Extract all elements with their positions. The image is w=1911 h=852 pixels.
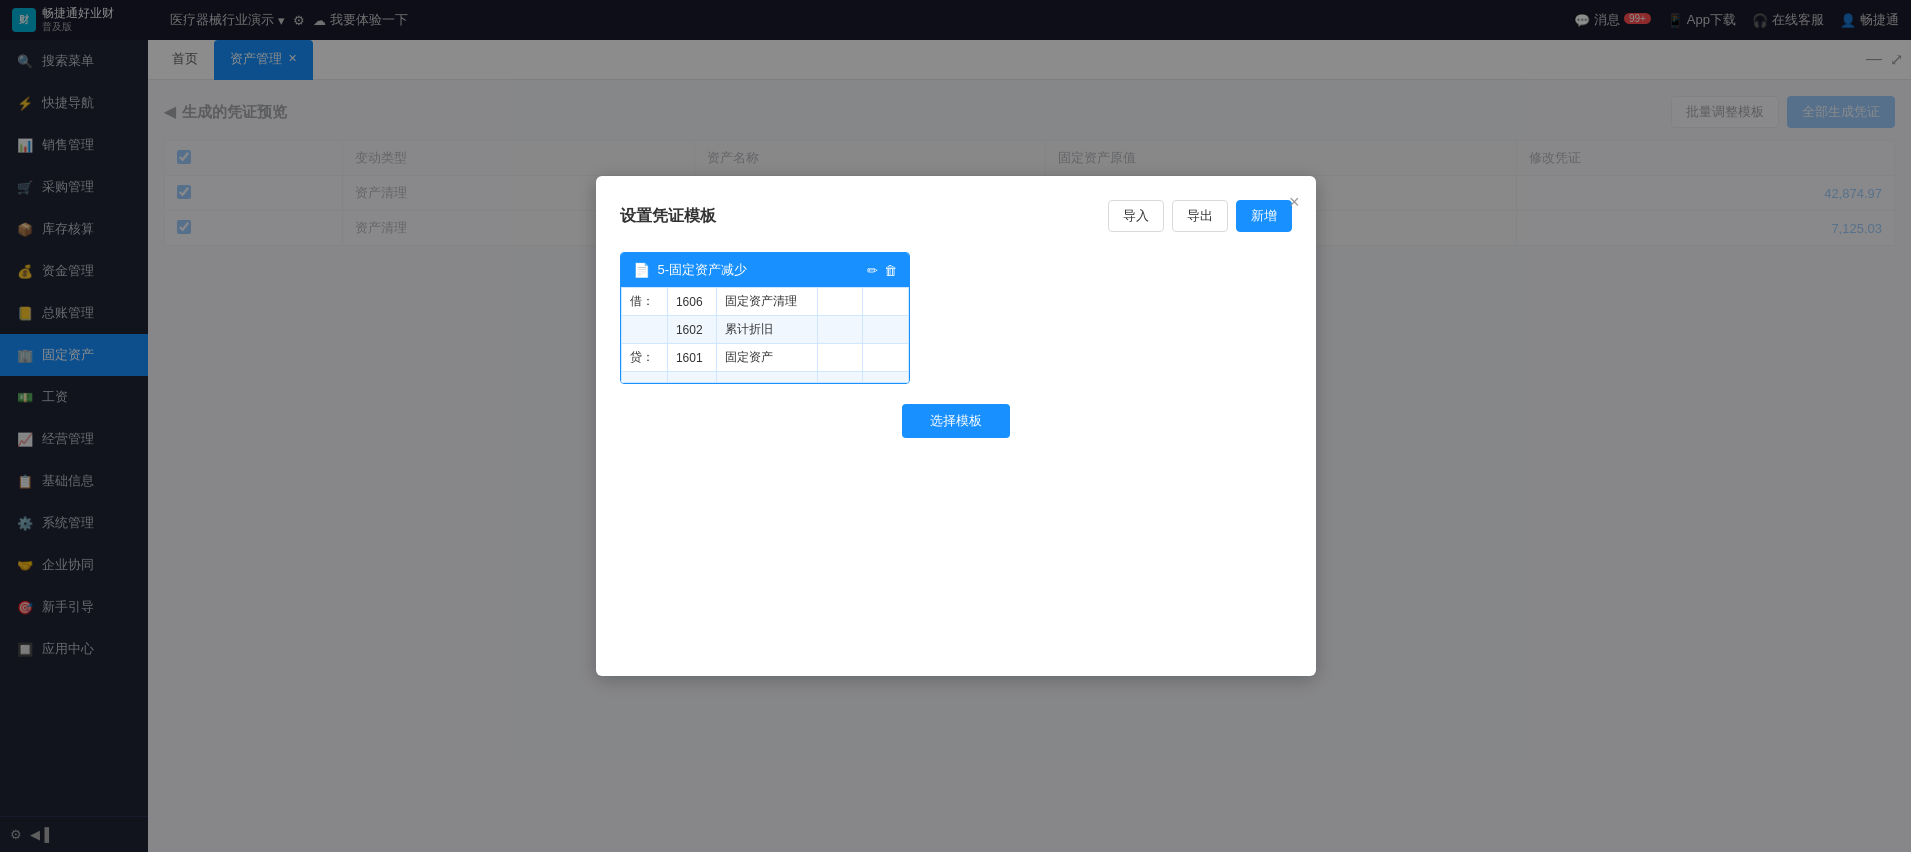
entry-debit-3 — [817, 344, 862, 372]
export-button[interactable]: 导出 — [1172, 200, 1228, 232]
template-row-4 — [621, 372, 908, 383]
modal-title: 设置凭证模板 — [620, 206, 1108, 227]
entry-credit-1 — [863, 288, 908, 316]
entry-type-1: 借： — [621, 288, 667, 316]
entry-debit-2 — [817, 316, 862, 344]
template-card-actions: ✏ 🗑 — [867, 263, 897, 278]
entry-code-4 — [667, 372, 716, 383]
entry-type-4 — [621, 372, 667, 383]
entry-type-2 — [621, 316, 667, 344]
modal-close-button[interactable]: × — [1289, 192, 1300, 213]
entry-code-3: 1601 — [667, 344, 716, 372]
entry-debit-1 — [817, 288, 862, 316]
template-doc-icon: 📄 — [633, 262, 650, 278]
import-button[interactable]: 导入 — [1108, 200, 1164, 232]
entry-credit-2 — [863, 316, 908, 344]
entry-credit-3 — [863, 344, 908, 372]
entry-subject-4 — [717, 372, 818, 383]
entry-credit-4 — [863, 372, 908, 383]
modal-toolbar: 导入 导出 新增 — [1108, 200, 1292, 232]
template-row-3: 贷： 1601 固定资产 — [621, 344, 908, 372]
new-template-button[interactable]: 新增 — [1236, 200, 1292, 232]
template-delete-icon[interactable]: 🗑 — [884, 263, 897, 278]
template-row-1: 借： 1606 固定资产清理 — [621, 288, 908, 316]
template-row-2: 1602 累计折旧 — [621, 316, 908, 344]
entry-subject-1: 固定资产清理 — [717, 288, 818, 316]
voucher-template-modal: 设置凭证模板 导入 导出 新增 × 📄 5-固定资产减少 ✏ 🗑 — [596, 176, 1316, 676]
entry-subject-3: 固定资产 — [717, 344, 818, 372]
select-template-button[interactable]: 选择模板 — [902, 404, 1010, 438]
entry-debit-4 — [817, 372, 862, 383]
template-edit-icon[interactable]: ✏ — [867, 263, 878, 278]
modal-header: 设置凭证模板 导入 导出 新增 × — [620, 200, 1292, 232]
entry-code-1: 1606 — [667, 288, 716, 316]
entry-type-3: 贷： — [621, 344, 667, 372]
entry-subject-2: 累计折旧 — [717, 316, 818, 344]
template-entries-table: 借： 1606 固定资产清理 1602 累计折旧 贷： — [621, 287, 909, 383]
modal-overlay: 设置凭证模板 导入 导出 新增 × 📄 5-固定资产减少 ✏ 🗑 — [0, 0, 1911, 852]
entry-code-2: 1602 — [667, 316, 716, 344]
template-card-header: 📄 5-固定资产减少 ✏ 🗑 — [621, 253, 909, 287]
template-card-title: 5-固定资产减少 — [658, 261, 859, 279]
template-card: 📄 5-固定资产减少 ✏ 🗑 借： 1606 固定资产清理 — [620, 252, 910, 384]
